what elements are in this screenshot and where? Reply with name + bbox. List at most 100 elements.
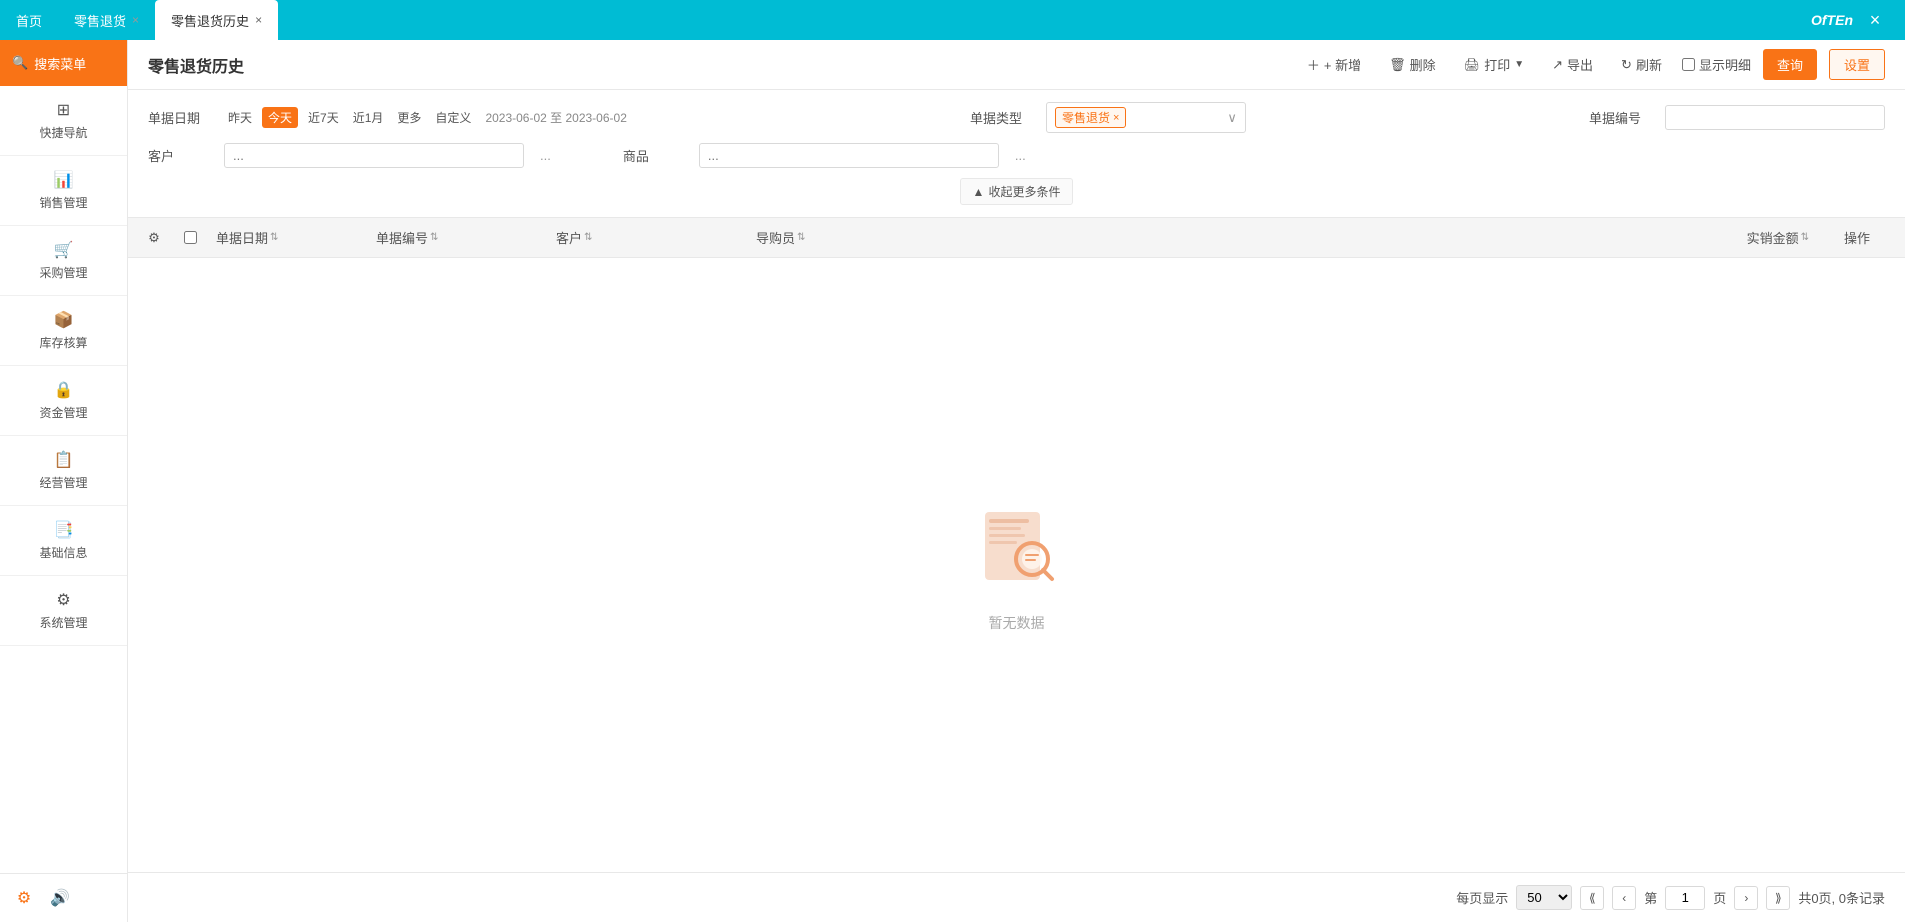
show-detail-checkbox[interactable] — [1682, 58, 1695, 71]
th-checkbox[interactable] — [172, 231, 208, 244]
prev-page-button[interactable]: ‹ — [1612, 886, 1636, 910]
th-date[interactable]: 单据日期 ⇅ — [208, 228, 368, 247]
brand-text: OfTEn — [1811, 12, 1853, 28]
sidebar-item-inventory-label: 库存核算 — [39, 334, 87, 351]
total-text: 共0页, 0条记录 — [1798, 888, 1885, 907]
th-amount-label: 实销金额 — [1747, 228, 1799, 247]
table-header: ⚙ 单据日期 ⇅ 单据编号 ⇅ 客户 ⇅ 导购员 — [128, 218, 1905, 258]
sidebar-item-inventory[interactable]: 📦 库存核算 — [0, 296, 127, 366]
page-number-input[interactable] — [1665, 886, 1705, 910]
show-detail-label: 显示明细 — [1699, 55, 1751, 74]
goods-filter-label: 商品 — [623, 146, 683, 165]
th-guide[interactable]: 导购员 ⇅ — [748, 228, 908, 247]
sidebar: 🔍 搜索菜单 ⊞ 快捷导航 📊 销售管理 🛒 采购管理 📦 库存核算 🔒 资金管… — [0, 40, 128, 922]
tab-retail-return-close[interactable]: × — [132, 13, 139, 27]
new-label: + 新增 — [1324, 55, 1361, 74]
date-1month[interactable]: 近1月 — [349, 107, 388, 128]
doc-number-label: 单据编号 — [1589, 108, 1649, 127]
export-label: 导出 — [1567, 55, 1593, 74]
th-settings[interactable]: ⚙ — [136, 230, 172, 246]
delete-icon: 🗑 — [1389, 57, 1406, 73]
date-more[interactable]: 更多 — [393, 107, 425, 128]
first-page-button[interactable]: ⟪ — [1580, 886, 1604, 910]
customer-input[interactable] — [224, 143, 524, 168]
operations-icon: 📋 — [54, 450, 74, 470]
print-button[interactable]: 🖨 打印 ▼ — [1456, 51, 1532, 78]
top-bar: 首页 零售退货 × 零售退货历史 × OfTEn × — [0, 0, 1905, 40]
new-button[interactable]: ＋ + 新增 — [1299, 51, 1369, 78]
sidebar-bottom: ⚙ 🔊 — [0, 873, 127, 922]
type-filter-label: 单据类型 — [970, 108, 1030, 127]
empty-icon — [967, 497, 1067, 597]
filter-section: 单据日期 昨天 今天 近7天 近1月 更多 自定义 2023-06-02 至 2… — [128, 90, 1905, 218]
tab-retail-return-history-label: 零售退货历史 — [171, 11, 249, 30]
select-all-checkbox[interactable] — [184, 231, 197, 244]
th-action: 操作 — [1817, 228, 1897, 247]
sidebar-item-sales-mgmt[interactable]: 📊 销售管理 — [0, 156, 127, 226]
print-chevron-icon: ▼ — [1514, 59, 1524, 70]
last-page-button[interactable]: ⟫ — [1766, 886, 1790, 910]
sidebar-settings-button[interactable]: ⚙ — [10, 884, 38, 912]
show-detail-checkbox-label[interactable]: 显示明细 — [1682, 55, 1751, 74]
sidebar-item-operations[interactable]: 📋 经营管理 — [0, 436, 127, 506]
sidebar-item-purchase-mgmt[interactable]: 🛒 采购管理 — [0, 226, 127, 296]
refresh-label: 刷新 — [1636, 55, 1662, 74]
top-bar-right: OfTEn × — [1811, 6, 1905, 34]
date-custom[interactable]: 自定义 — [431, 107, 475, 128]
sidebar-item-quick-nav[interactable]: ⊞ 快捷导航 — [0, 86, 127, 156]
date-7days[interactable]: 近7天 — [304, 107, 343, 128]
sidebar-item-basic-info[interactable]: 📑 基础信息 — [0, 506, 127, 576]
delete-label: 删除 — [1410, 55, 1436, 74]
th-date-label: 单据日期 — [216, 228, 268, 247]
sidebar-item-system[interactable]: ⚙ 系统管理 — [0, 576, 127, 646]
window-close-button[interactable]: × — [1861, 6, 1889, 34]
tab-retail-return-history-close[interactable]: × — [255, 13, 262, 27]
goods-input[interactable] — [699, 143, 999, 168]
page-size-select[interactable]: 20 50 100 200 — [1516, 885, 1572, 910]
print-label: 打印 — [1484, 55, 1510, 74]
doc-number-input[interactable] — [1665, 105, 1885, 130]
tab-home[interactable]: 首页 — [0, 0, 58, 40]
th-number[interactable]: 单据编号 ⇅ — [368, 228, 548, 247]
date-today[interactable]: 今天 — [262, 107, 298, 128]
page-unit-text: 页 — [1713, 888, 1726, 907]
goods-ellipsis: ... — [1015, 148, 1026, 163]
collapse-button[interactable]: ▲ 收起更多条件 — [960, 178, 1074, 205]
customer-filter-label: 客户 — [148, 146, 208, 165]
type-tag-remove[interactable]: × — [1113, 112, 1119, 124]
sidebar-search-label: 搜索菜单 — [34, 54, 86, 73]
page-header: 零售退货历史 ＋ + 新增 🗑 删除 🖨 打印 ▼ ↗ 导出 — [128, 40, 1905, 90]
sidebar-item-purchase-mgmt-label: 采购管理 — [39, 264, 87, 281]
delete-button[interactable]: 🗑 删除 — [1381, 51, 1444, 78]
query-button[interactable]: 查询 — [1763, 49, 1817, 80]
sidebar-search[interactable]: 🔍 搜索菜单 — [0, 40, 127, 86]
filter-row-1: 单据日期 昨天 今天 近7天 近1月 更多 自定义 2023-06-02 至 2… — [148, 102, 1885, 133]
sidebar-item-finance[interactable]: 🔒 资金管理 — [0, 366, 127, 436]
th-customer[interactable]: 客户 ⇅ — [548, 228, 748, 247]
th-guide-sort-icon: ⇅ — [797, 232, 805, 243]
tab-retail-return-label: 零售退货 — [74, 11, 126, 30]
th-customer-label: 客户 — [556, 228, 582, 247]
next-page-button[interactable]: › — [1734, 886, 1758, 910]
date-shortcuts: 昨天 今天 近7天 近1月 更多 自定义 2023-06-02 至 2023-0… — [224, 107, 627, 128]
tab-retail-return[interactable]: 零售退货 × — [58, 0, 155, 40]
tab-retail-return-history[interactable]: 零售退货历史 × — [155, 0, 278, 40]
refresh-button[interactable]: ↻ 刷新 — [1613, 51, 1670, 78]
th-number-sort-icon: ⇅ — [430, 232, 438, 243]
main-layout: 🔍 搜索菜单 ⊞ 快捷导航 📊 销售管理 🛒 采购管理 📦 库存核算 🔒 资金管… — [0, 40, 1905, 922]
sidebar-item-operations-label: 经营管理 — [39, 474, 87, 491]
type-tag: 零售退货 × — [1055, 107, 1126, 128]
content-area: 零售退货历史 ＋ + 新增 🗑 删除 🖨 打印 ▼ ↗ 导出 — [128, 40, 1905, 922]
basic-info-icon: 📑 — [54, 520, 74, 540]
sidebar-item-basic-info-label: 基础信息 — [39, 544, 87, 561]
export-button[interactable]: ↗ 导出 — [1544, 51, 1601, 78]
th-action-label: 操作 — [1844, 228, 1870, 247]
inventory-icon: 📦 — [54, 310, 74, 330]
sidebar-audio-button[interactable]: 🔊 — [46, 884, 74, 912]
th-amount[interactable]: 实销金额 ⇅ — [908, 228, 1817, 247]
pagination-bar: 每页显示 20 50 100 200 ⟪ ‹ 第 页 › ⟫ 共0页, 0条记录 — [128, 872, 1905, 922]
settings-button[interactable]: 设置 — [1829, 49, 1885, 80]
date-yesterday[interactable]: 昨天 — [224, 107, 256, 128]
date-filter-label: 单据日期 — [148, 108, 208, 127]
type-filter-select[interactable]: 零售退货 × ∨ — [1046, 102, 1246, 133]
